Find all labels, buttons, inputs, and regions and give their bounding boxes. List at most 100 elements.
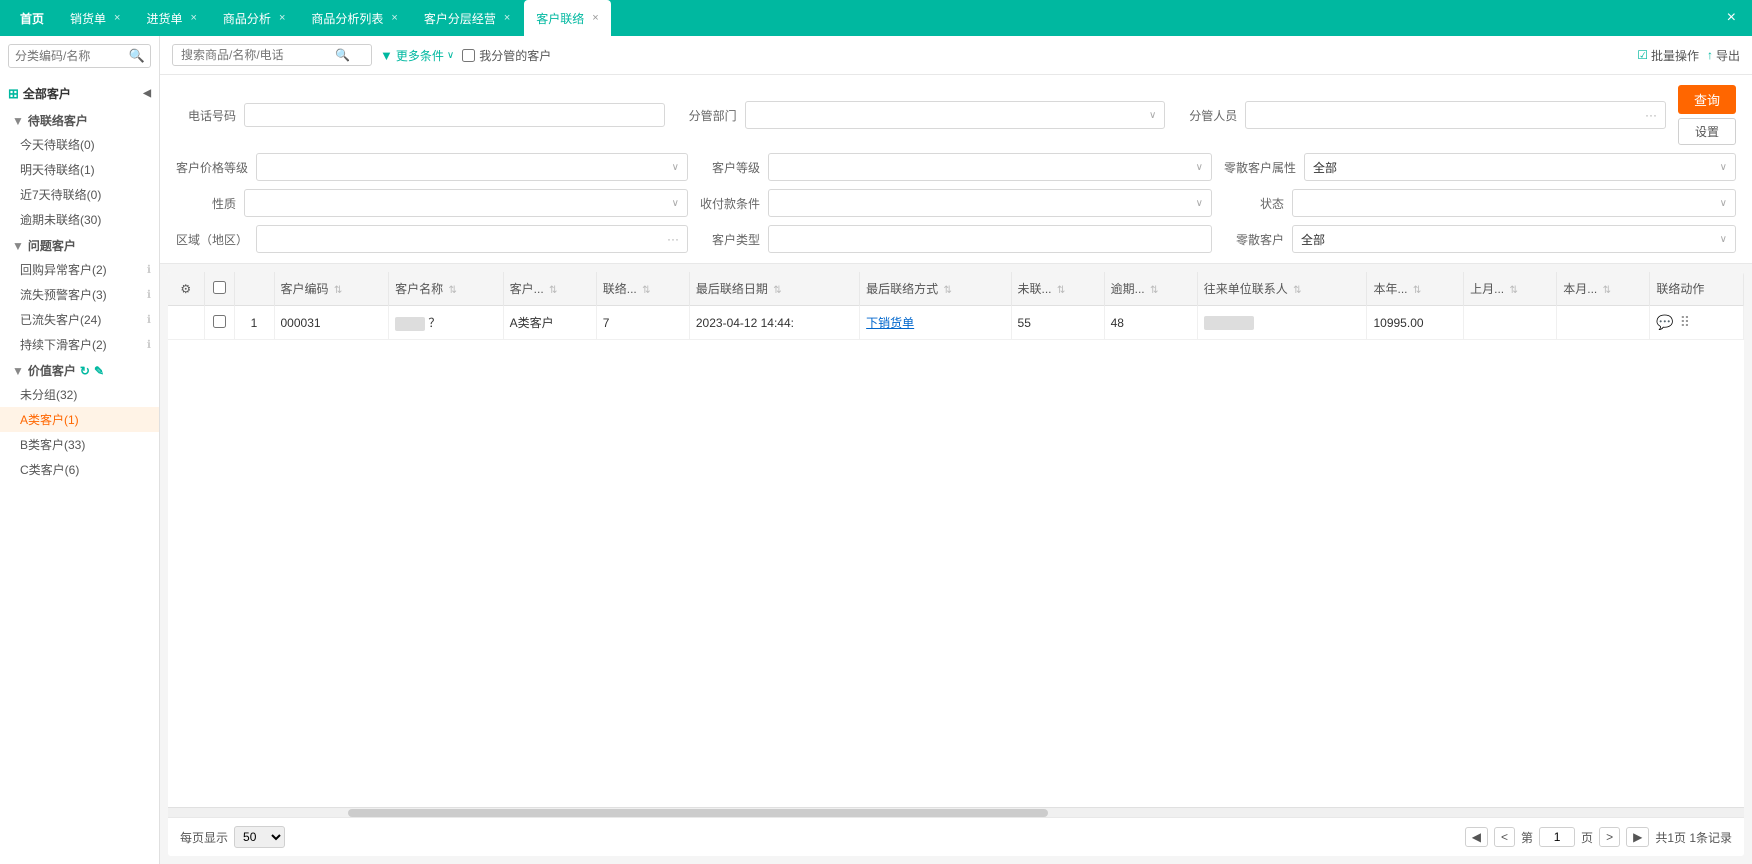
col-last-method-sort-icon[interactable]: ⇅ xyxy=(944,285,952,296)
nav-purchase-close[interactable]: × xyxy=(190,12,196,24)
batch-op-button[interactable]: ☑ 批量操作 xyxy=(1637,47,1699,64)
sidebar-pending-section[interactable]: ▼ 待联络客户 xyxy=(0,107,159,132)
col-overdue-header[interactable]: 逾期... ⇅ xyxy=(1104,272,1197,306)
sidebar-item-churned[interactable]: 已流失客户(24) ℹ xyxy=(0,307,159,332)
sidebar-item-week-pending[interactable]: 近7天待联络(0) xyxy=(0,182,159,207)
filter-search-icon[interactable]: 🔍 xyxy=(335,48,350,62)
nav-customer-tier-close[interactable]: × xyxy=(504,12,510,24)
declining-info-icon[interactable]: ℹ xyxy=(147,338,151,351)
col-this-year-header[interactable]: 本年... ⇅ xyxy=(1367,272,1464,306)
next-page-button[interactable]: > xyxy=(1599,827,1620,847)
collapse-icon[interactable]: ◀ xyxy=(143,88,151,99)
row-checkbox[interactable] xyxy=(213,315,226,328)
nav-customer-contact-close[interactable]: × xyxy=(592,12,598,24)
col-name-header[interactable]: 客户名称 ⇅ xyxy=(389,272,504,306)
col-last-month-sort-icon[interactable]: ⇅ xyxy=(1510,285,1518,296)
sidebar-value-section[interactable]: ▼ 价值客户 ↻ ✎ xyxy=(0,357,159,382)
col-last-method-header[interactable]: 最后联络方式 ⇅ xyxy=(860,272,1011,306)
col-contact-count-header[interactable]: 联络... ⇅ xyxy=(596,272,689,306)
filter-search-box[interactable]: 🔍 xyxy=(172,44,372,66)
more-filters-button[interactable]: ▼ 更多条件 ∨ xyxy=(380,47,454,64)
status-select[interactable]: ∨ xyxy=(1292,189,1736,217)
churned-info-icon[interactable]: ℹ xyxy=(147,313,151,326)
first-page-button[interactable]: ◀ xyxy=(1465,827,1488,847)
person-more-icon[interactable]: ··· xyxy=(1645,108,1657,122)
page-number-input[interactable] xyxy=(1539,827,1575,847)
nav-goods-analysis-close[interactable]: × xyxy=(279,12,285,24)
col-not-contacted-header[interactable]: 未联... ⇅ xyxy=(1011,272,1104,306)
query-button[interactable]: 查询 xyxy=(1678,85,1736,114)
select-all-checkbox[interactable] xyxy=(213,281,226,294)
last-page-button[interactable]: ▶ xyxy=(1626,827,1649,847)
col-not-contacted-sort-icon[interactable]: ⇅ xyxy=(1057,285,1065,296)
my-customers-checkbox[interactable] xyxy=(462,49,475,62)
retail-customer-select[interactable]: 全部 ∨ xyxy=(1292,225,1736,253)
nav-customer-contact[interactable]: 客户联络 × xyxy=(524,0,610,36)
sidebar-item-c-class[interactable]: C类客户(6) xyxy=(0,457,159,482)
col-last-date-sort-icon[interactable]: ⇅ xyxy=(773,285,781,296)
row-message-icon[interactable]: 💬 xyxy=(1656,314,1673,331)
col-last-date-header[interactable]: 最后联络日期 ⇅ xyxy=(689,272,859,306)
sidebar-search-icon[interactable]: 🔍 xyxy=(129,48,145,64)
sidebar-item-overdue-pending[interactable]: 逾期未联络(30) xyxy=(0,207,159,232)
col-type-sort-icon[interactable]: ⇅ xyxy=(549,285,557,296)
price-grade-select[interactable]: ∨ xyxy=(256,153,688,181)
nature-select[interactable]: ∨ xyxy=(244,189,688,217)
col-code-sort-icon[interactable]: ⇅ xyxy=(334,285,342,296)
sidebar-item-repurchase-abnormal[interactable]: 回购异常客户(2) ℹ xyxy=(0,257,159,282)
nav-customer-tier[interactable]: 客户分层经营 × xyxy=(412,0,522,36)
nav-goods-analysis-list[interactable]: 商品分析列表 × xyxy=(299,0,409,36)
dept-select[interactable]: ∨ xyxy=(745,101,1166,129)
nav-home[interactable]: 首页 xyxy=(8,0,56,36)
payment-select[interactable]: ∨ xyxy=(768,189,1212,217)
col-last-month-header[interactable]: 上月... ⇅ xyxy=(1464,272,1557,306)
nav-goods-analysis[interactable]: 商品分析 × xyxy=(211,0,297,36)
churn-warning-info-icon[interactable]: ℹ xyxy=(147,288,151,301)
value-refresh-icon[interactable]: ↻ xyxy=(80,364,90,378)
settings-button[interactable]: 设置 xyxy=(1678,118,1736,145)
sidebar-item-tomorrow-pending[interactable]: 明天待联络(1) xyxy=(0,157,159,182)
nav-purchase[interactable]: 进货单 × xyxy=(134,0,208,36)
nav-sale[interactable]: 销货单 × xyxy=(58,0,132,36)
filter-search-input[interactable] xyxy=(181,48,331,62)
scroll-thumb[interactable] xyxy=(348,809,1048,817)
phone-input[interactable] xyxy=(244,103,665,127)
sidebar-item-a-class[interactable]: A类客户(1) xyxy=(0,407,159,432)
horizontal-scrollbar[interactable] xyxy=(168,807,1744,817)
sidebar-item-today-pending[interactable]: 今天待联络(0) xyxy=(0,132,159,157)
person-select[interactable]: ··· xyxy=(1245,101,1666,129)
export-button[interactable]: ↑ 导出 xyxy=(1707,47,1740,64)
col-type-header[interactable]: 客户... ⇅ xyxy=(503,272,596,306)
col-company-contact-sort-icon[interactable]: ⇅ xyxy=(1293,285,1301,296)
col-settings-header[interactable]: ⚙ xyxy=(168,272,204,306)
col-checkbox-header[interactable] xyxy=(204,272,234,306)
col-overdue-sort-icon[interactable]: ⇅ xyxy=(1150,285,1158,296)
region-select[interactable]: ··· xyxy=(256,225,688,253)
sidebar-item-churn-warning[interactable]: 流失预警客户(3) ℹ xyxy=(0,282,159,307)
col-name-sort-icon[interactable]: ⇅ xyxy=(448,285,456,296)
sidebar-all-customers[interactable]: ⊞ 全部客户 ◀ xyxy=(0,80,159,107)
sidebar-item-ungrouped[interactable]: 未分组(32) xyxy=(0,382,159,407)
nav-sale-close[interactable]: × xyxy=(114,12,120,24)
row-qr-icon[interactable]: ⠿ xyxy=(1680,314,1690,331)
col-this-month-header[interactable]: 本月... ⇅ xyxy=(1557,272,1650,306)
repurchase-info-icon[interactable]: ℹ xyxy=(147,263,151,276)
nav-goods-analysis-list-close[interactable]: × xyxy=(391,12,397,24)
prev-page-button[interactable]: < xyxy=(1494,827,1515,847)
value-edit-icon[interactable]: ✎ xyxy=(94,364,104,378)
sidebar-item-declining[interactable]: 持续下滑客户(2) ℹ xyxy=(0,332,159,357)
region-more-icon[interactable]: ··· xyxy=(667,232,679,246)
sidebar-item-b-class[interactable]: B类客户(33) xyxy=(0,432,159,457)
row-last-method-cell[interactable]: 下销货单 xyxy=(860,306,1011,340)
sidebar-problem-section[interactable]: ▼ 问题客户 xyxy=(0,232,159,257)
col-this-month-sort-icon[interactable]: ⇅ xyxy=(1603,285,1611,296)
customer-type-input[interactable] xyxy=(768,225,1212,253)
per-page-select[interactable]: 50 100 200 xyxy=(234,826,285,848)
row-checkbox-cell[interactable] xyxy=(204,306,234,340)
customer-grade-select[interactable]: ∨ xyxy=(768,153,1212,181)
col-contact-count-sort-icon[interactable]: ⇅ xyxy=(642,285,650,296)
row-last-method-link[interactable]: 下销货单 xyxy=(866,316,914,330)
retail-attr-select[interactable]: 全部 ∨ xyxy=(1304,153,1736,181)
col-company-contact-header[interactable]: 往来单位联系人 ⇅ xyxy=(1197,272,1367,306)
col-this-year-sort-icon[interactable]: ⇅ xyxy=(1413,285,1421,296)
